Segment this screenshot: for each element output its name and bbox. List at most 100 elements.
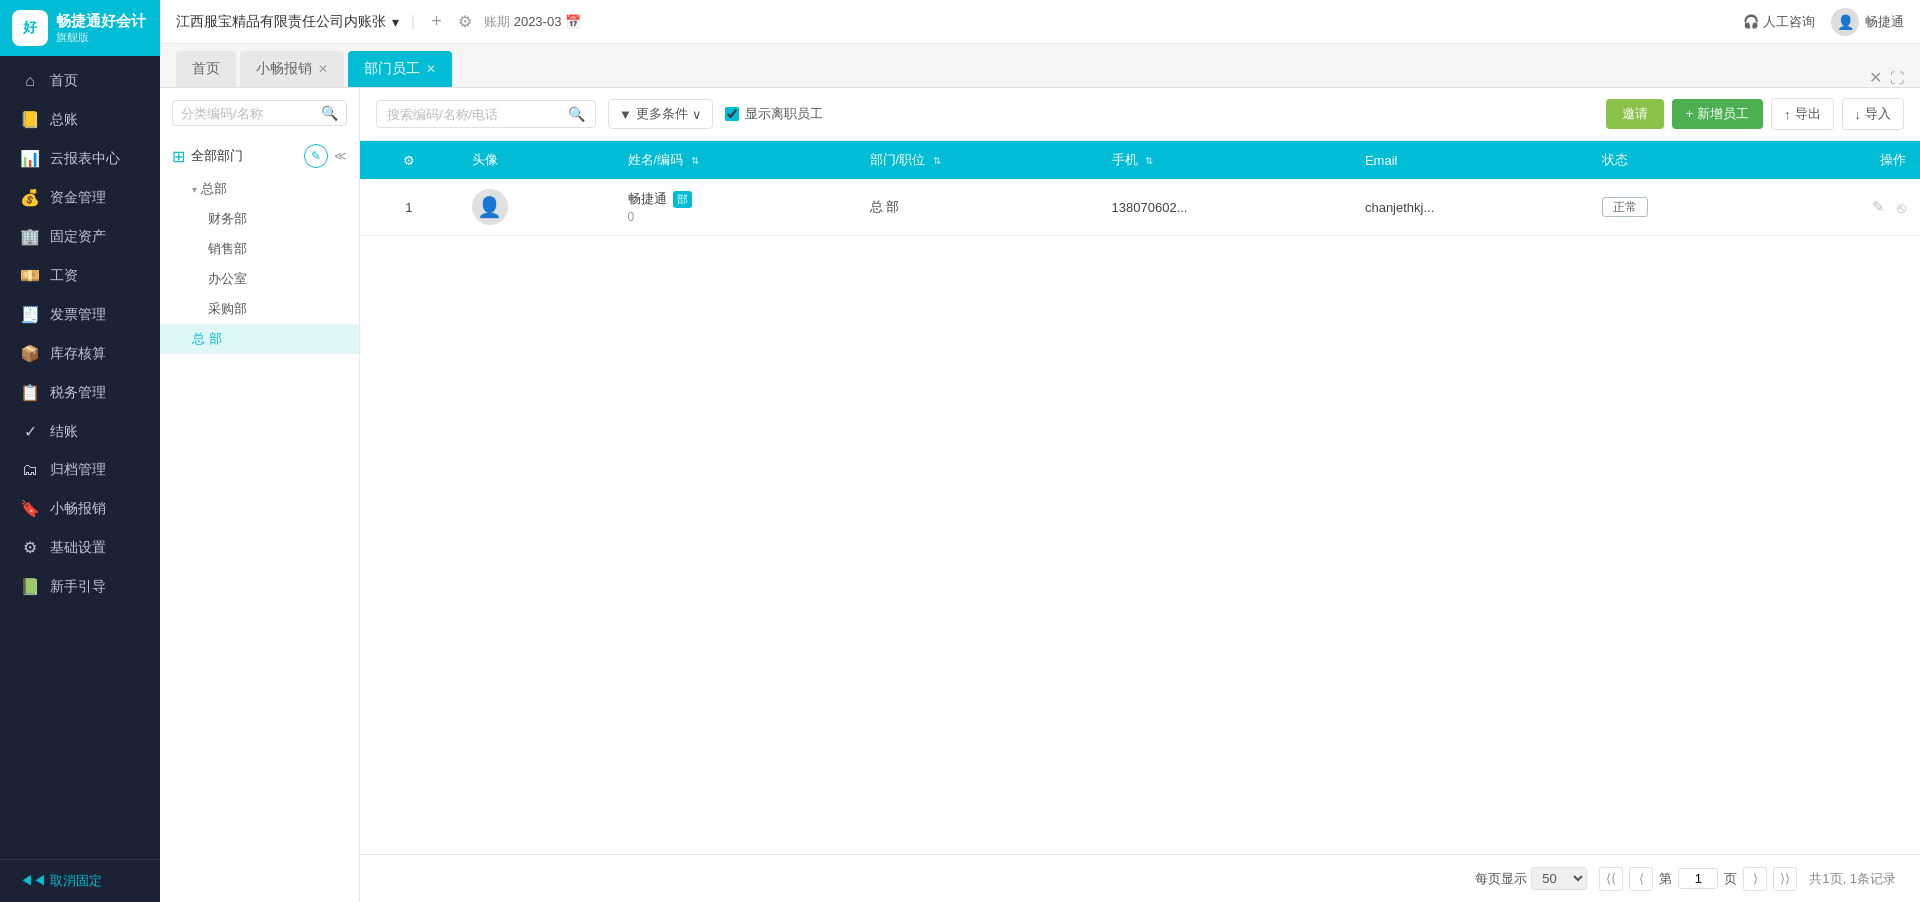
inventory-icon: 📦 [20,344,40,363]
import-icon: ↓ [1855,107,1862,122]
export-icon: ↑ [1784,107,1791,122]
edit-button[interactable]: ✎ [1872,198,1885,216]
row-index: 1 [360,179,458,236]
sidebar-item-label: 总账 [50,111,78,129]
sidebar-item-ledger[interactable]: 📒 总账 [0,100,160,139]
calendar-icon[interactable]: 📅 [565,14,581,29]
col-name[interactable]: 姓名/编码 ⇅ [614,141,856,179]
row-phone: 138070602... [1098,179,1351,236]
col-phone[interactable]: 手机 ⇅ [1098,141,1351,179]
sidebar-item-funds[interactable]: 💰 资金管理 [0,178,160,217]
tabbar-actions: ✕ ⛶ [1869,68,1904,87]
assets-icon: 🏢 [20,227,40,246]
sidebar-item-label: 小畅报销 [50,500,106,518]
page-number-input[interactable] [1678,868,1718,889]
sidebar-item-assets[interactable]: 🏢 固定资产 [0,217,160,256]
tab-expense[interactable]: 小畅报销 ✕ [240,51,344,87]
close-tab-expense[interactable]: ✕ [318,62,328,76]
sidebar-item-settings[interactable]: ⚙ 基础设置 [0,528,160,567]
row-avatar: 👤 [458,179,614,236]
invite-button[interactable]: 邀请 [1606,99,1664,129]
col-settings[interactable]: ⚙ [360,141,458,179]
close-window-icon[interactable]: ✕ [1869,68,1882,87]
search-icon[interactable]: 🔍 [321,105,338,121]
export-button[interactable]: ↑ 导出 [1771,98,1834,130]
show-resigned-checkbox-label[interactable]: 显示离职员工 [725,105,823,123]
sidebar-item-guide[interactable]: 📗 新手引导 [0,567,160,606]
sidebar-nav: ⌂ 首页📒 总账📊 云报表中心💰 资金管理🏢 固定资产💴 工资🧾 发票管理📦 [0,56,160,859]
sidebar-item-archive[interactable]: 🗂 归档管理 [0,451,160,489]
sidebar-item-inventory[interactable]: 📦 库存核算 [0,334,160,373]
show-resigned-checkbox[interactable] [725,107,739,121]
right-panel: 🔍 ▼ 更多条件 ∨ 显示离职员工 邀请 + 新增员工 ↑ 导出 [360,88,1920,902]
user-menu[interactable]: 👤 畅捷通 [1831,8,1904,36]
dept-badge: 部 [673,191,692,208]
collapse-icon[interactable]: ≪ [334,149,347,163]
archive-icon: 🗂 [20,461,40,479]
dept-item-sales[interactable]: 销售部 [176,234,359,264]
sidebar-item-settlement[interactable]: ✓ 结账 [0,412,160,451]
expand-icon[interactable]: ⛶ [1890,70,1904,86]
import-button[interactable]: ↓ 导入 [1842,98,1905,130]
guide-icon: 📗 [20,577,40,596]
sidebar: 好 畅捷通好会计 旗舰版 ⌂ 首页📒 总账📊 云报表中心💰 资金管理🏢 固定资产… [0,0,160,902]
sidebar-logo: 好 畅捷通好会计 旗舰版 [0,0,160,56]
employee-table: ⚙ 头像 姓名/编码 ⇅ 部门/职位 ⇅ 手机 [360,141,1920,236]
logo-text: 畅捷通好会计 [56,12,146,30]
sidebar-item-reports[interactable]: 📊 云报表中心 [0,139,160,178]
tax-icon: 📋 [20,383,40,402]
last-page-button[interactable]: ⟩⟩ [1773,867,1797,891]
dept-search-box: 🔍 [172,100,347,126]
tabbar: 首页 小畅报销 ✕ 部门员工 ✕ ✕ ⛶ [160,44,1920,88]
col-dept[interactable]: 部门/职位 ⇅ [856,141,1098,179]
dept-item-headquarters[interactable]: 总 部 [160,324,359,354]
logo-sub: 旗舰版 [56,30,146,45]
close-tab-employees[interactable]: ✕ [426,62,436,76]
filter-button[interactable]: ▼ 更多条件 ∨ [608,99,713,129]
sidebar-item-label: 首页 [50,72,78,90]
dept-edit-button[interactable]: ✎ [304,144,328,168]
dept-group-zongbu: ▾ 总部 财务部 销售部 办公室 采购部 [160,174,359,324]
content-area: 🔍 ⊞ 全部部门 ✎ ≪ ▾ 总部 财务部 销售部 办公室 [160,88,1920,902]
table-row: 1 👤 畅捷通 部 0 总 部 138070602... chanjethkj.… [360,179,1920,236]
next-page-button[interactable]: ⟩ [1743,867,1767,891]
all-departments-header[interactable]: ⊞ 全部部门 ✎ ≪ [160,138,359,174]
sidebar-item-label: 工资 [50,267,78,285]
tab-employees[interactable]: 部门员工 ✕ [348,51,452,87]
tab-home[interactable]: 首页 [176,51,236,87]
invoice-icon: 🧾 [20,305,40,324]
dept-item-purchase[interactable]: 采购部 [176,294,359,324]
settings-icon[interactable]: ⚙ [458,12,472,31]
add-tab-button[interactable]: + [427,11,446,32]
prev-page-button[interactable]: ⟨ [1629,867,1653,891]
sidebar-item-invoice[interactable]: 🧾 发票管理 [0,295,160,334]
dept-group-header-zongbu[interactable]: ▾ 总部 [176,174,359,204]
sidebar-item-label: 发票管理 [50,306,106,324]
first-page-button[interactable]: ⟨⟨ [1599,867,1623,891]
employee-search-input[interactable] [387,107,562,122]
main-area: 江西服宝精品有限责任公司内账张 ▾ | + ⚙ 账期 2023-03 📅 🎧 人… [160,0,1920,902]
dept-item-office[interactable]: 办公室 [176,264,359,294]
sidebar-item-home[interactable]: ⌂ 首页 [0,62,160,100]
sidebar-item-label: 资金管理 [50,189,106,207]
dept-search-input[interactable] [181,106,315,121]
consult-button[interactable]: 🎧 人工咨询 [1743,13,1815,31]
sidebar-item-tax[interactable]: 📋 税务管理 [0,373,160,412]
headset-icon: 🎧 [1743,14,1759,29]
toolbar-right: 邀请 + 新增员工 ↑ 导出 ↓ 导入 [1606,98,1904,130]
grid-icon: ⊞ [172,147,185,166]
employee-table-wrapper: ⚙ 头像 姓名/编码 ⇅ 部门/职位 ⇅ 手机 [360,141,1920,854]
dept-item-finance[interactable]: 财务部 [176,204,359,234]
logout-button[interactable]: ⎋ [1897,199,1906,216]
ledger-icon: 📒 [20,110,40,129]
sidebar-bottom[interactable]: ◀◀ 取消固定 [0,859,160,902]
sidebar-item-expense[interactable]: 🔖 小畅报销 [0,489,160,528]
add-employee-button[interactable]: + 新增员工 [1672,99,1763,129]
per-page-dropdown[interactable]: 50 100 200 [1531,867,1587,890]
logo-icon: 好 [12,10,48,46]
sidebar-item-salary[interactable]: 💴 工资 [0,256,160,295]
topbar-company[interactable]: 江西服宝精品有限责任公司内账张 ▾ [176,13,399,31]
topbar-right: 🎧 人工咨询 👤 畅捷通 [1743,8,1904,36]
search-icon[interactable]: 🔍 [568,106,585,122]
left-panel: 🔍 ⊞ 全部部门 ✎ ≪ ▾ 总部 财务部 销售部 办公室 [160,88,360,902]
